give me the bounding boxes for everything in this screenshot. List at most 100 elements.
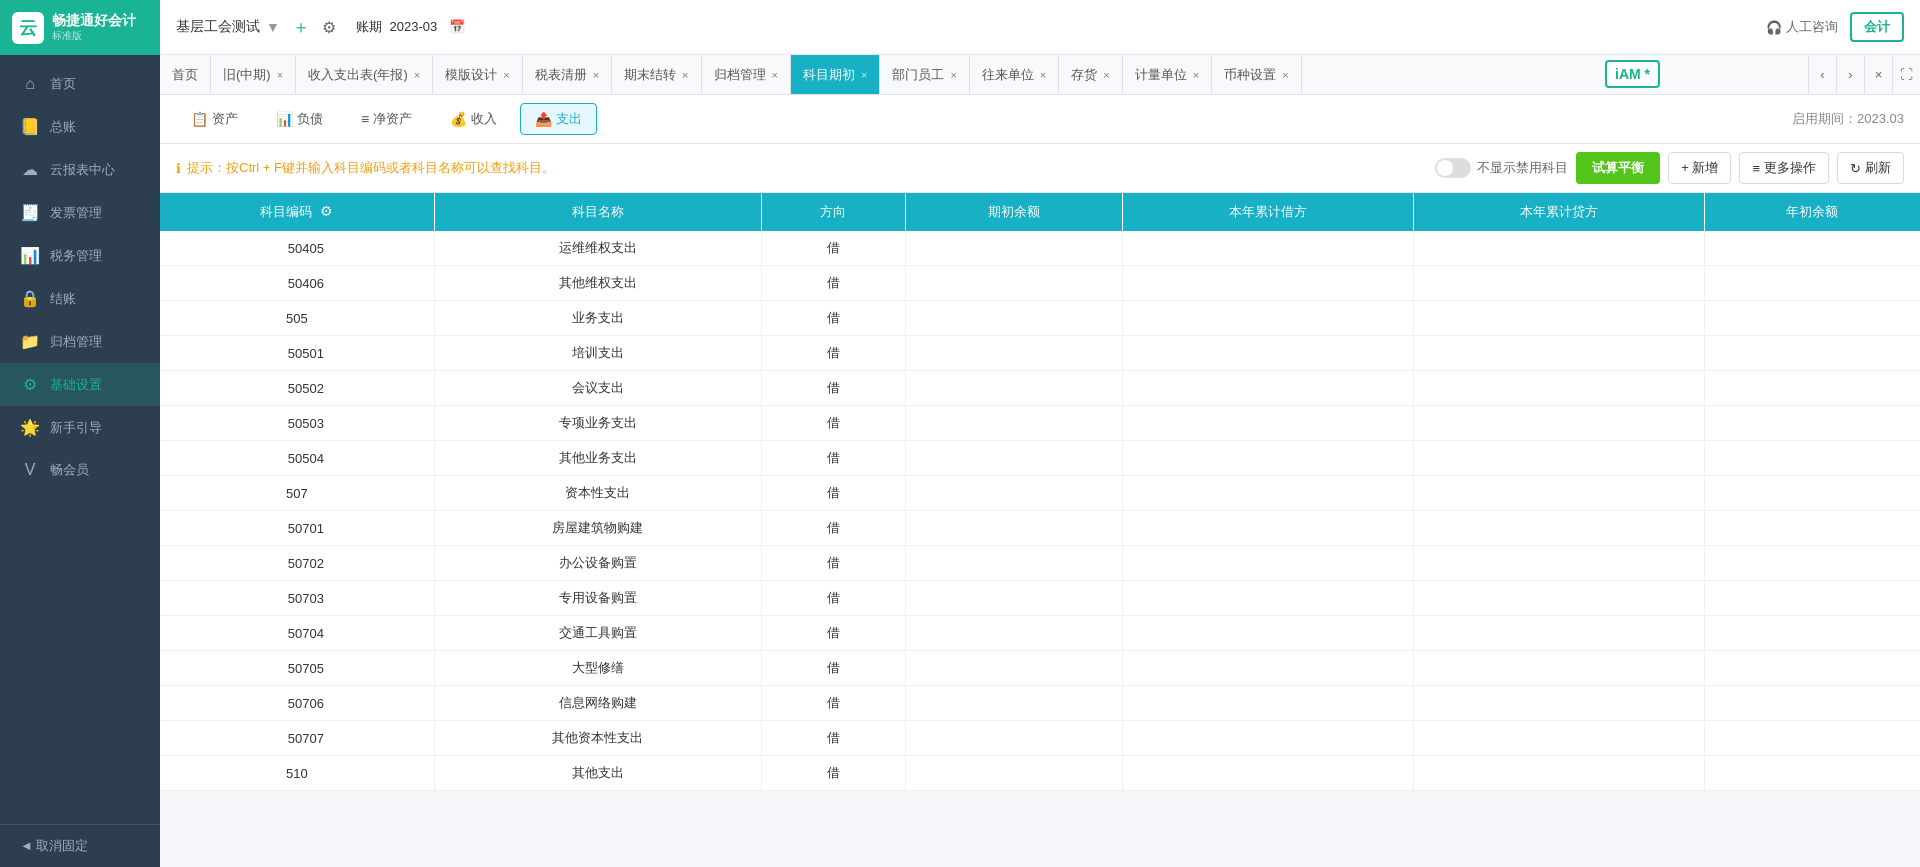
tab-close-unit[interactable]: × <box>1193 69 1199 81</box>
table-row[interactable]: 50405运维维权支出借 <box>160 231 1920 266</box>
table-row[interactable]: 50703专用设备购置借 <box>160 581 1920 616</box>
help-button[interactable]: 🎧 人工咨询 <box>1766 18 1838 36</box>
tab-close-template[interactable]: × <box>503 69 509 81</box>
table-row[interactable]: 50705大型修缮借 <box>160 651 1920 686</box>
refresh-button[interactable]: ↻ 刷新 <box>1837 152 1904 184</box>
table-row[interactable]: 50504其他业务支出借 <box>160 441 1920 476</box>
table-row[interactable]: 507资本性支出借 <box>160 476 1920 511</box>
more-actions-button[interactable]: ≡ 更多操作 <box>1739 152 1829 184</box>
cell-direction: 借 <box>761 511 905 546</box>
table-row[interactable]: 50406其他维权支出借 <box>160 266 1920 301</box>
cell-year_opening <box>1704 511 1920 546</box>
tab-currency[interactable]: 币种设置× <box>1212 55 1301 95</box>
cell-name: 交通工具购置 <box>434 616 761 651</box>
headset-icon: 🎧 <box>1766 20 1782 35</box>
tab-mid[interactable]: 旧(中期)× <box>211 55 296 95</box>
table-row[interactable]: 50702办公设备购置借 <box>160 546 1920 581</box>
tab-template[interactable]: 模版设计× <box>433 55 522 95</box>
tab-scroll-right[interactable]: › <box>1836 55 1864 95</box>
tab-scroll-left[interactable]: ‹ <box>1808 55 1836 95</box>
tab-income[interactable]: 收入支出表(年报)× <box>296 55 433 95</box>
tab-archive[interactable]: 归档管理× <box>702 55 791 95</box>
cell-name: 其他资本性支出 <box>434 721 761 756</box>
tab-close-archive[interactable]: × <box>772 69 778 81</box>
add-company-icon[interactable]: ＋ <box>292 15 310 39</box>
tab-close-currency[interactable]: × <box>1282 69 1288 81</box>
cell-credit_ytd <box>1413 406 1704 441</box>
cell-direction: 借 <box>761 651 905 686</box>
table-row[interactable]: 50704交通工具购置借 <box>160 616 1920 651</box>
tab-close-tax[interactable]: × <box>593 69 599 81</box>
toggle-disabled-subjects[interactable]: 不显示禁用科目 <box>1435 158 1568 178</box>
table-row[interactable]: 50706信息网络购建借 <box>160 686 1920 721</box>
cell-debit_ytd <box>1123 686 1414 721</box>
table-row[interactable]: 50701房屋建筑物购建借 <box>160 511 1920 546</box>
tab-maximize[interactable]: ⛶ <box>1892 55 1920 95</box>
toggle-thumb <box>1437 160 1453 176</box>
tab-close-partner[interactable]: × <box>1040 69 1046 81</box>
table-row[interactable]: 505业务支出借 <box>160 301 1920 336</box>
tab-period_end[interactable]: 期末结转× <box>612 55 701 95</box>
topbar: 基层工会测试 ▼ ＋ ⚙ 账期 2023-03 📅 🎧 人工咨询 会计 <box>160 0 1920 55</box>
sidebar-item-settings[interactable]: ⚙ 基础设置 <box>0 363 160 406</box>
tab-partner[interactable]: 往来单位× <box>970 55 1059 95</box>
tab-close-all[interactable]: × <box>1864 55 1892 95</box>
col-direction: 方向 <box>761 193 905 231</box>
sidebar-item-vip[interactable]: V 畅会员 <box>0 449 160 491</box>
subtab-expense[interactable]: 📤 支出 <box>520 103 597 135</box>
account-button[interactable]: 会计 <box>1850 12 1904 42</box>
cell-name: 办公设备购置 <box>434 546 761 581</box>
calendar-icon[interactable]: 📅 <box>449 19 465 34</box>
iam-badge[interactable]: iAM * <box>1605 60 1660 88</box>
balance-button[interactable]: 试算平衡 <box>1576 152 1660 184</box>
sidebar-item-home[interactable]: ⌂ 首页 <box>0 63 160 105</box>
toolbar: ℹ 提示：按Ctrl + F键并输入科目编码或者科目名称可以查找科目。 不显示禁… <box>160 144 1920 193</box>
table-row[interactable]: 510其他支出借 <box>160 756 1920 791</box>
sidebar-item-archive[interactable]: 📁 归档管理 <box>0 320 160 363</box>
toggle-switch[interactable] <box>1435 158 1471 178</box>
cell-credit_ytd <box>1413 336 1704 371</box>
table-row[interactable]: 50503专项业务支出借 <box>160 406 1920 441</box>
cell-opening <box>905 511 1122 546</box>
subtab-liability[interactable]: 📊 负债 <box>261 103 338 135</box>
add-button[interactable]: + 新增 <box>1668 152 1731 184</box>
cancel-pin-button[interactable]: ◄ 取消固定 <box>0 824 160 867</box>
tab-subject[interactable]: 科目期初× <box>791 55 880 95</box>
table-row[interactable]: 50707其他资本性支出借 <box>160 721 1920 756</box>
tab-unit[interactable]: 计量单位× <box>1123 55 1212 95</box>
cell-year_opening <box>1704 651 1920 686</box>
cell-debit_ytd <box>1123 756 1414 791</box>
tab-close-period_end[interactable]: × <box>682 69 688 81</box>
subtab-icon-liability: 📊 <box>276 111 293 127</box>
sidebar-item-reports[interactable]: ☁ 云报表中心 <box>0 148 160 191</box>
cell-credit_ytd <box>1413 301 1704 336</box>
sidebar-item-tax[interactable]: 📊 税务管理 <box>0 234 160 277</box>
table-row[interactable]: 50502会议支出借 <box>160 371 1920 406</box>
sidebar-item-guide[interactable]: 🌟 新手引导 <box>0 406 160 449</box>
guide-icon: 🌟 <box>20 418 40 437</box>
tab-stock[interactable]: 存货× <box>1059 55 1122 95</box>
tab-dept[interactable]: 部门员工× <box>880 55 969 95</box>
tab-close-subject[interactable]: × <box>861 69 867 81</box>
sidebar-item-close[interactable]: 🔒 结账 <box>0 277 160 320</box>
tab-tax[interactable]: 税表清册× <box>523 55 612 95</box>
sidebar-item-invoice[interactable]: 🧾 发票管理 <box>0 191 160 234</box>
tab-close-mid[interactable]: × <box>277 69 283 81</box>
col-opening: 期初余额 <box>905 193 1122 231</box>
cell-debit_ytd <box>1123 581 1414 616</box>
subtab-income[interactable]: 💰 收入 <box>435 103 512 135</box>
tab-home[interactable]: 首页 <box>160 55 211 95</box>
sidebar-item-ledger[interactable]: 📒 总账 <box>0 105 160 148</box>
info-icon: ℹ <box>176 161 181 176</box>
tab-close-income[interactable]: × <box>414 69 420 81</box>
subtab-equity[interactable]: ≡ 净资产 <box>346 103 427 135</box>
column-settings-icon[interactable]: ⚙ <box>320 203 333 219</box>
table-row[interactable]: 50501培训支出借 <box>160 336 1920 371</box>
tab-close-dept[interactable]: × <box>950 69 956 81</box>
subtab-icon-income: 💰 <box>450 111 467 127</box>
settings-icon[interactable]: ⚙ <box>322 18 336 37</box>
cell-name: 其他维权支出 <box>434 266 761 301</box>
tab-close-stock[interactable]: × <box>1103 69 1109 81</box>
company-selector[interactable]: 基层工会测试 ▼ <box>176 18 280 36</box>
subtab-asset[interactable]: 📋 资产 <box>176 103 253 135</box>
